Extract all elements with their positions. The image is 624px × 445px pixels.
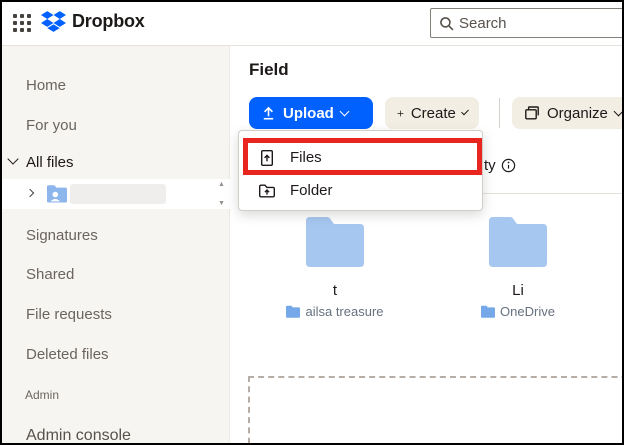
search-icon	[439, 16, 454, 31]
dropbox-logo[interactable]: Dropbox	[41, 11, 145, 32]
chevron-down-icon[interactable]	[7, 153, 18, 164]
folder-icon	[481, 305, 495, 318]
organize-button[interactable]: Organize	[512, 97, 624, 129]
folder-tile-origin: OneDrive	[458, 304, 578, 319]
sidebar-item-file-requests[interactable]: File requests	[26, 306, 112, 324]
menu-item-files[interactable]: Files	[239, 141, 482, 174]
folder-tile-origin-label: OneDrive	[500, 304, 555, 319]
shared-folder-icon	[47, 184, 67, 203]
sidebar-item-shared[interactable]: Shared	[26, 266, 74, 284]
upload-dropdown-menu: Files Folder	[238, 130, 483, 211]
folder-tile-origin-label: ailsa treasure	[305, 304, 383, 319]
dropbox-window: Dropbox Home For you All files ▲ ▼	[0, 0, 624, 445]
folder-tile[interactable]: t ailsa treasure	[275, 214, 395, 319]
chevron-down-icon	[613, 107, 623, 117]
sidebar-item-admin-console[interactable]: Admin console	[26, 427, 131, 445]
scroll-down-icon[interactable]: ▼	[218, 200, 225, 207]
folder-icon	[286, 305, 300, 318]
sidebar-item-for-you[interactable]: For you	[26, 117, 77, 135]
suggested-header-text-tail: ty	[484, 157, 496, 174]
sidebar: Home For you All files ▲ ▼ Signatures Sh…	[2, 46, 230, 443]
redacted-folder-name	[70, 184, 166, 204]
chevron-down-icon	[339, 107, 349, 117]
organize-button-label: Organize	[547, 105, 608, 122]
folder-icon	[489, 214, 547, 268]
upload-button[interactable]: Upload	[249, 97, 373, 129]
folder-icon	[306, 214, 364, 268]
create-button[interactable]: Create	[385, 97, 479, 129]
toolbar-divider	[499, 98, 500, 128]
search-input[interactable]	[459, 15, 609, 32]
menu-item-files-label: Files	[290, 149, 322, 166]
menu-item-folder[interactable]: Folder	[239, 174, 482, 207]
file-upload-icon	[258, 149, 276, 167]
create-button-label: Create	[411, 105, 456, 122]
search-box[interactable]	[430, 8, 624, 38]
sidebar-section-admin: Admin	[25, 388, 59, 402]
chevron-down-icon	[461, 108, 469, 116]
scroll-up-icon[interactable]: ▲	[218, 181, 225, 188]
organize-folders-icon	[524, 105, 540, 121]
apps-grid-icon[interactable]	[13, 14, 31, 32]
folder-tile[interactable]: Li OneDrive	[458, 214, 578, 319]
upload-button-label: Upload	[283, 105, 334, 122]
folder-upload-icon	[258, 182, 276, 200]
logo-wordmark: Dropbox	[72, 11, 145, 32]
sidebar-tree-scrollbar[interactable]: ▲ ▼	[214, 179, 229, 209]
folder-tile-name: Li	[458, 282, 578, 299]
upload-arrow-icon	[261, 106, 276, 121]
file-dropzone[interactable]	[248, 376, 624, 445]
chevron-right-icon[interactable]	[26, 189, 34, 197]
dropbox-logo-icon	[41, 11, 66, 32]
info-icon[interactable]	[501, 158, 516, 173]
sidebar-item-home[interactable]: Home	[26, 77, 66, 95]
plus-icon	[397, 107, 404, 120]
sidebar-item-signatures[interactable]: Signatures	[26, 227, 98, 245]
top-bar: Dropbox	[2, 2, 622, 46]
sidebar-item-all-files[interactable]: All files	[26, 154, 74, 172]
folder-tile-origin: ailsa treasure	[275, 304, 395, 319]
sidebar-item-deleted-files[interactable]: Deleted files	[26, 346, 109, 364]
menu-item-folder-label: Folder	[290, 182, 333, 199]
suggested-section-header-partial: ty	[484, 157, 516, 174]
sidebar-tree-folder-row[interactable]: ▲ ▼	[2, 179, 230, 209]
folder-tile-name: t	[275, 282, 395, 299]
main-content: Field Upload Create Organize	[232, 46, 624, 445]
page-title: Field	[249, 60, 289, 80]
